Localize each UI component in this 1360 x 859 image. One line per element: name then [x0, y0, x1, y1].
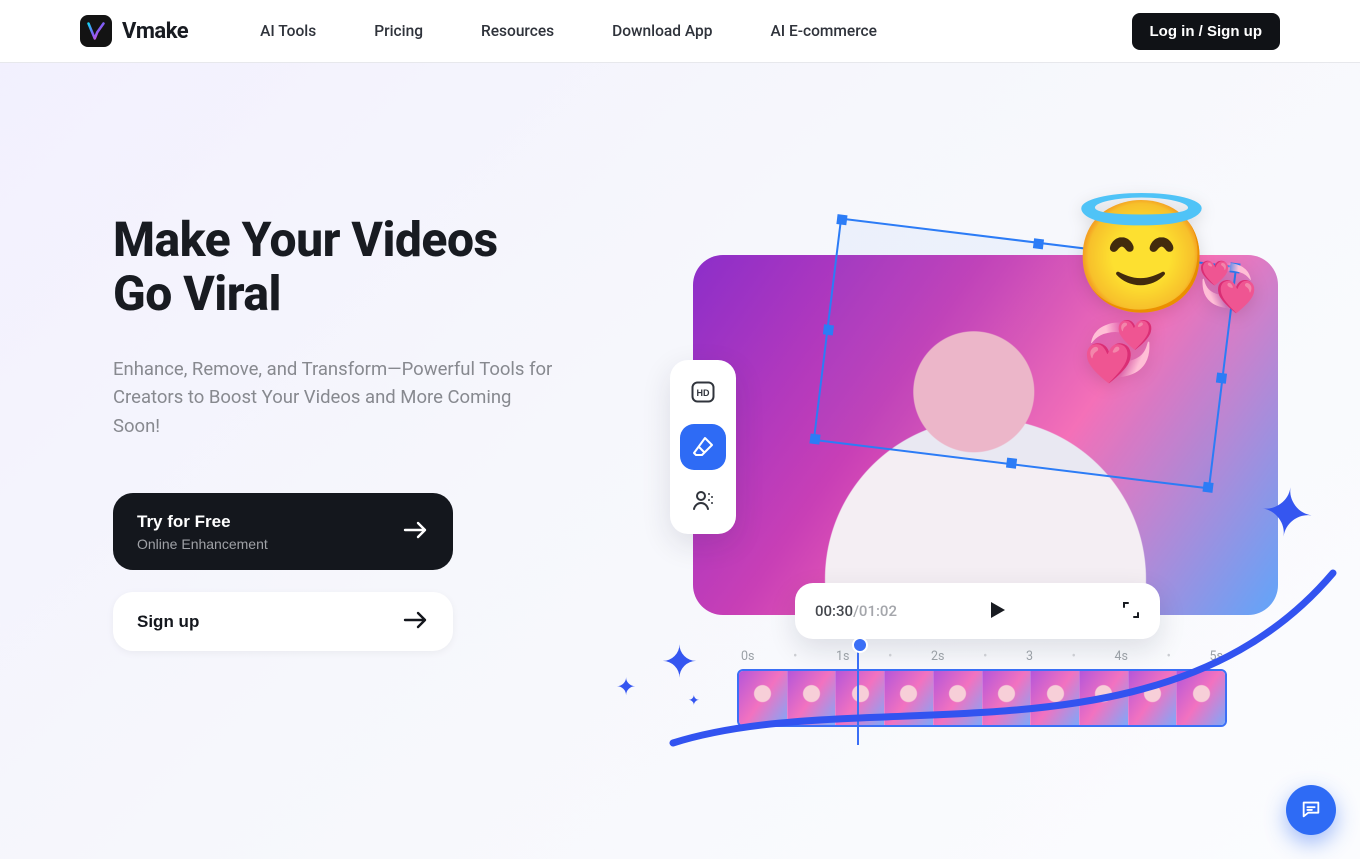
selection-handle[interactable]: [1033, 238, 1044, 249]
play-button[interactable]: [989, 600, 1007, 623]
hero-title-line2: Go Viral: [113, 265, 281, 322]
fullscreen-icon: [1122, 601, 1140, 622]
person-cutout-icon: [691, 488, 715, 515]
timeline-frame: [836, 671, 885, 725]
timeline-label: 4s: [1114, 649, 1127, 664]
timeline-frame: [934, 671, 983, 725]
selection-handle[interactable]: [1006, 458, 1017, 469]
brand-logo[interactable]: Vmake: [80, 15, 188, 47]
brand-logo-icon: [80, 15, 112, 47]
background-remove-button[interactable]: [680, 478, 726, 524]
cta-group: Try for Free Online Enhancement Sign up: [113, 493, 583, 651]
timeline: 0s • 1s • 2s • 3 • 4s • 5s: [737, 649, 1227, 727]
playback-bar: 00:30/01:02: [795, 583, 1160, 639]
hd-quality-button[interactable]: HD: [680, 370, 726, 416]
timeline-label: 3: [1026, 649, 1033, 664]
hero-title-line1: Make Your Videos: [113, 211, 498, 268]
selection-handle[interactable]: [1202, 482, 1213, 493]
timeline-frame: [1129, 671, 1178, 725]
current-time: 00:30: [815, 602, 853, 620]
arrow-right-icon: [403, 610, 429, 633]
try-for-free-button[interactable]: Try for Free Online Enhancement: [113, 493, 453, 570]
timeline-frame: [1031, 671, 1080, 725]
timeline-label: 1s: [836, 649, 849, 664]
timeline-frame: [885, 671, 934, 725]
timeline-tick: •: [983, 649, 987, 664]
eraser-icon: [691, 434, 715, 461]
timeline-track[interactable]: [737, 669, 1227, 727]
timeline-frame: [1080, 671, 1129, 725]
selection-handle[interactable]: [1229, 262, 1240, 273]
selection-box[interactable]: [813, 217, 1237, 489]
nav-download-app[interactable]: Download App: [612, 22, 712, 40]
chat-support-button[interactable]: [1286, 785, 1336, 835]
nav-ai-ecommerce[interactable]: AI E-commerce: [770, 22, 876, 40]
hero-illustration: 😇 💞 💞 HD 00:30/01:02: [633, 213, 1313, 773]
sparkle-icon: ✦: [688, 693, 700, 709]
sparkle-icon: ✦: [616, 673, 636, 701]
timeline-tick: •: [1072, 649, 1076, 664]
fullscreen-button[interactable]: [1122, 601, 1140, 622]
timeline-tick: •: [888, 649, 892, 664]
selection-handle[interactable]: [823, 324, 834, 335]
timeline-tick: •: [1167, 649, 1171, 664]
timeline-frame: [1177, 671, 1225, 725]
cta-primary-sub: Online Enhancement: [137, 536, 268, 552]
selection-handle[interactable]: [836, 214, 847, 225]
timeline-labels: 0s • 1s • 2s • 3 • 4s • 5s: [737, 649, 1227, 664]
site-header: Vmake AI Tools Pricing Resources Downloa…: [0, 0, 1360, 63]
chat-icon: [1300, 798, 1322, 823]
nav-resources[interactable]: Resources: [481, 22, 554, 40]
brand-name: Vmake: [122, 19, 188, 44]
play-icon: [989, 600, 1007, 623]
arrow-right-icon: [403, 520, 429, 543]
hero-title: Make Your Videos Go Viral: [113, 213, 583, 321]
cta-secondary-label: Sign up: [137, 611, 199, 632]
sparkle-icon: ✦: [661, 636, 698, 688]
timeline-frame: [739, 671, 788, 725]
timeline-tick: •: [793, 649, 797, 664]
tool-palette: HD: [670, 360, 736, 534]
timeline-label: 5s: [1209, 649, 1222, 664]
signup-button[interactable]: Sign up: [113, 592, 453, 651]
timeline-frame: [788, 671, 837, 725]
selection-handle[interactable]: [1216, 372, 1227, 383]
timeline-frame: [983, 671, 1032, 725]
hero-copy: Make Your Videos Go Viral Enhance, Remov…: [113, 213, 583, 773]
login-signup-button[interactable]: Log in / Sign up: [1132, 13, 1280, 50]
timeline-playhead[interactable]: [857, 643, 859, 745]
cta-primary-label: Try for Free: [137, 512, 231, 531]
selection-handle[interactable]: [809, 433, 820, 444]
playback-time: 00:30/01:02: [815, 602, 897, 620]
hd-quality-icon: HD: [691, 381, 715, 406]
hero-section: Make Your Videos Go Viral Enhance, Remov…: [0, 63, 1360, 773]
hero-subtitle: Enhance, Remove, and Transform—Powerful …: [113, 355, 553, 441]
nav-pricing[interactable]: Pricing: [374, 22, 423, 40]
timeline-label: 2s: [931, 649, 944, 664]
nav-ai-tools[interactable]: AI Tools: [260, 22, 316, 40]
main-nav: AI Tools Pricing Resources Download App …: [260, 22, 877, 40]
svg-text:HD: HD: [697, 388, 710, 398]
total-duration: 01:02: [859, 602, 897, 620]
timeline-label: 0s: [741, 649, 754, 664]
eraser-button[interactable]: [680, 424, 726, 470]
